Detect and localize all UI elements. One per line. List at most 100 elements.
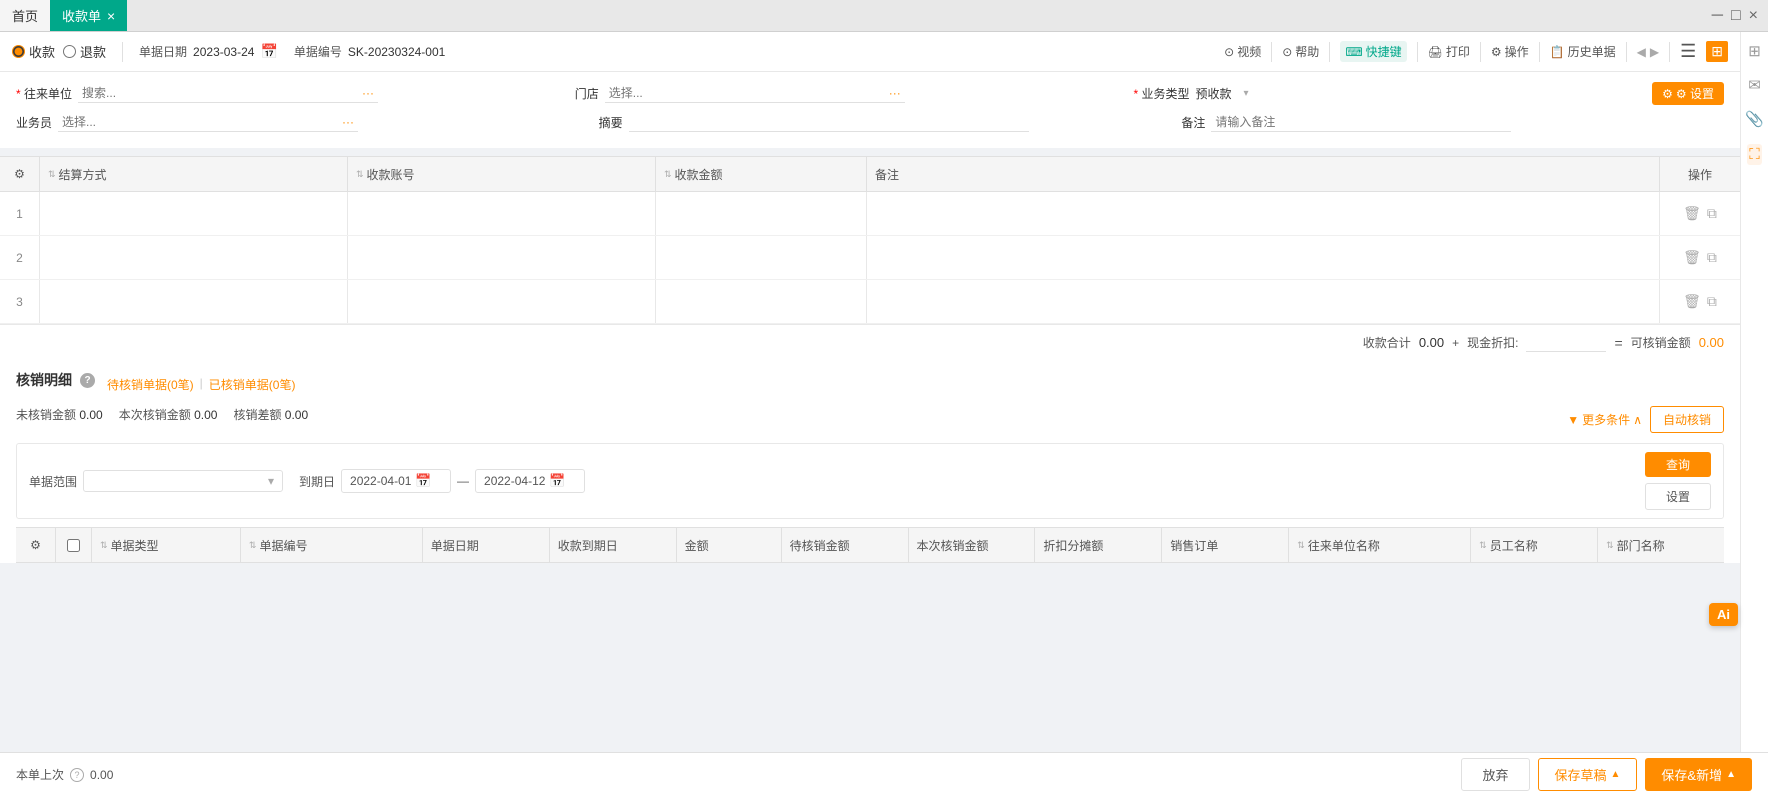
remark-input[interactable] bbox=[1215, 115, 1507, 129]
save-new-button[interactable]: 保存&新增 ▲ bbox=[1645, 758, 1752, 791]
operation-action[interactable]: ⚙ 操作 bbox=[1491, 43, 1529, 60]
row-2-delete-icon[interactable]: 🗑 bbox=[1683, 249, 1701, 266]
footer-bar: 本单上次 ? 0.00 放弃 保存草稿 ▲ 保存&新增 ▲ bbox=[0, 752, 1768, 796]
bth-settings[interactable]: ⚙ bbox=[16, 528, 56, 562]
window-maximize-icon[interactable]: □ bbox=[1731, 7, 1741, 25]
sidebar-table-icon[interactable]: ⊞ bbox=[1748, 42, 1761, 60]
prev-arrow-icon[interactable]: ◀ bbox=[1637, 45, 1646, 59]
filter-settings-button[interactable]: 设置 bbox=[1645, 483, 1711, 510]
section-info-icon[interactable]: ? bbox=[80, 373, 95, 388]
row-1-method[interactable] bbox=[40, 192, 348, 235]
equals-sign: = bbox=[1614, 335, 1622, 351]
sidebar-screen-icon[interactable]: ⛶ bbox=[1747, 144, 1762, 165]
row-1-remark[interactable] bbox=[867, 192, 1660, 235]
shop-input[interactable] bbox=[609, 86, 885, 100]
receipt-radio[interactable]: 收款 bbox=[12, 42, 55, 61]
scope-select[interactable]: ▾ bbox=[83, 470, 283, 492]
query-button[interactable]: 查询 bbox=[1645, 452, 1711, 477]
shop-select[interactable]: ··· bbox=[605, 84, 905, 103]
print-icon: 🖨 bbox=[1428, 45, 1443, 59]
print-action[interactable]: 🖨 打印 bbox=[1428, 43, 1470, 60]
partner-more-icon[interactable]: ··· bbox=[362, 86, 374, 100]
row-3-delete-icon[interactable]: 🗑 bbox=[1683, 293, 1701, 310]
row-2-remark[interactable] bbox=[867, 236, 1660, 279]
summary-input[interactable] bbox=[633, 115, 1025, 129]
th-method-sort-icon: ⇅ bbox=[48, 169, 56, 180]
shortcut-action[interactable]: ⌨ 快捷键 bbox=[1340, 41, 1406, 62]
sidebar-clip-icon[interactable]: 📎 bbox=[1745, 110, 1764, 128]
list-view-icon[interactable]: ☰ bbox=[1680, 41, 1696, 62]
sidebar-mail-icon[interactable]: ✉ bbox=[1748, 76, 1761, 94]
date-from-input[interactable]: 2022-04-01 📅 bbox=[341, 469, 451, 493]
shortcut-icon: ⌨ bbox=[1345, 45, 1362, 59]
ai-badge[interactable]: Ai bbox=[1709, 603, 1738, 626]
pending-tab[interactable]: 待核销单据(0笔) bbox=[107, 376, 194, 393]
summary-input-wrap[interactable] bbox=[629, 113, 1029, 132]
shop-more-icon[interactable]: ··· bbox=[889, 86, 901, 100]
next-arrow-icon[interactable]: ▶ bbox=[1650, 45, 1659, 59]
remark-field: 备注 bbox=[1181, 113, 1724, 132]
biz-type-chevron-icon[interactable]: ▾ bbox=[1243, 88, 1248, 99]
remark-input-wrap[interactable] bbox=[1211, 113, 1511, 132]
date-from-value: 2022-04-01 bbox=[350, 474, 411, 488]
grid-view-icon[interactable]: ⊞ bbox=[1706, 41, 1728, 62]
row-1-copy-icon[interactable]: ⧉ bbox=[1707, 205, 1717, 222]
row-3-op: 🗑 ⧉ bbox=[1660, 280, 1740, 323]
row-3-method[interactable] bbox=[40, 280, 348, 323]
row-1-delete-icon[interactable]: 🗑 bbox=[1683, 205, 1701, 222]
main-content: 收款 退款 单据日期 2023-03-24 📅 单据编号 SK-20230324… bbox=[0, 32, 1740, 752]
current-info-icon[interactable]: ? bbox=[70, 768, 84, 782]
tab-receipt[interactable]: 收款单 × bbox=[50, 0, 127, 31]
row-2-method[interactable] bbox=[40, 236, 348, 279]
row-1-amount[interactable] bbox=[656, 192, 867, 235]
th-settings[interactable]: ⚙ bbox=[0, 157, 40, 191]
row-2-amount[interactable] bbox=[656, 236, 867, 279]
video-label: 视频 bbox=[1237, 43, 1261, 60]
row-2-copy-icon[interactable]: ⧉ bbox=[1707, 249, 1717, 266]
bth-partner: ⇅ 往来单位名称 bbox=[1289, 528, 1471, 562]
row-3-remark[interactable] bbox=[867, 280, 1660, 323]
unverified-stat: 未核销金额 0.00 bbox=[16, 406, 103, 423]
window-minimize-icon[interactable]: ─ bbox=[1712, 7, 1723, 25]
discount-input[interactable] bbox=[1526, 333, 1606, 352]
tab-close-icon[interactable]: × bbox=[107, 9, 115, 23]
discount-label: 现金折扣: bbox=[1467, 334, 1518, 351]
row-2-account[interactable] bbox=[348, 236, 656, 279]
video-action[interactable]: ⊙ 视频 bbox=[1224, 43, 1261, 60]
partner-input-wrap[interactable]: ··· bbox=[78, 84, 378, 103]
more-conditions-button[interactable]: ▼ 更多条件 ∧ bbox=[1567, 411, 1642, 428]
row-3-copy-icon[interactable]: ⧉ bbox=[1707, 293, 1717, 310]
staff-input[interactable] bbox=[62, 115, 338, 129]
abandon-button[interactable]: 放弃 bbox=[1461, 758, 1529, 791]
filter-buttons: 查询 设置 bbox=[1645, 452, 1711, 510]
draft-dropdown-icon[interactable]: ▲ bbox=[1611, 769, 1621, 780]
save-draft-button[interactable]: 保存草稿 ▲ bbox=[1538, 758, 1638, 791]
staff-more-icon[interactable]: ··· bbox=[342, 115, 354, 129]
table-row: 3 🗑 ⧉ bbox=[0, 280, 1740, 324]
th-account-sort-icon: ⇅ bbox=[356, 169, 364, 180]
row-1-account[interactable] bbox=[348, 192, 656, 235]
refund-radio[interactable]: 退款 bbox=[63, 42, 106, 61]
bill-num-label: 单据编号 bbox=[294, 43, 342, 60]
help-action[interactable]: ⊙ 帮助 bbox=[1282, 43, 1319, 60]
current-value: 0.00 bbox=[90, 768, 113, 782]
row-3-amount[interactable] bbox=[656, 280, 867, 323]
bill-date-calendar-icon[interactable]: 📅 bbox=[260, 43, 277, 60]
select-all-checkbox[interactable] bbox=[67, 539, 80, 552]
bth-checkbox[interactable] bbox=[56, 528, 92, 562]
row-3-account[interactable] bbox=[348, 280, 656, 323]
date-to-icon[interactable]: 📅 bbox=[549, 473, 565, 489]
date-from-icon[interactable]: 📅 bbox=[415, 473, 431, 489]
auto-verify-button[interactable]: 自动核销 bbox=[1650, 406, 1724, 433]
date-to-input[interactable]: 2022-04-12 📅 bbox=[475, 469, 585, 493]
partner-input[interactable] bbox=[82, 86, 358, 100]
staff-select[interactable]: ··· bbox=[58, 113, 358, 132]
settings-button[interactable]: ⚙ ⚙ 设置 bbox=[1652, 82, 1724, 105]
save-dropdown-icon[interactable]: ▲ bbox=[1726, 769, 1736, 780]
bill-num-field: 单据编号 SK-20230324-001 bbox=[294, 43, 445, 60]
footer-bar-info: 本单上次 ? 0.00 bbox=[16, 766, 113, 783]
history-action[interactable]: 📋 历史单据 bbox=[1550, 43, 1616, 60]
window-close-icon[interactable]: × bbox=[1749, 7, 1758, 25]
tab-home[interactable]: 首页 bbox=[0, 0, 50, 31]
done-tab[interactable]: 已核销单据(0笔) bbox=[209, 376, 296, 393]
